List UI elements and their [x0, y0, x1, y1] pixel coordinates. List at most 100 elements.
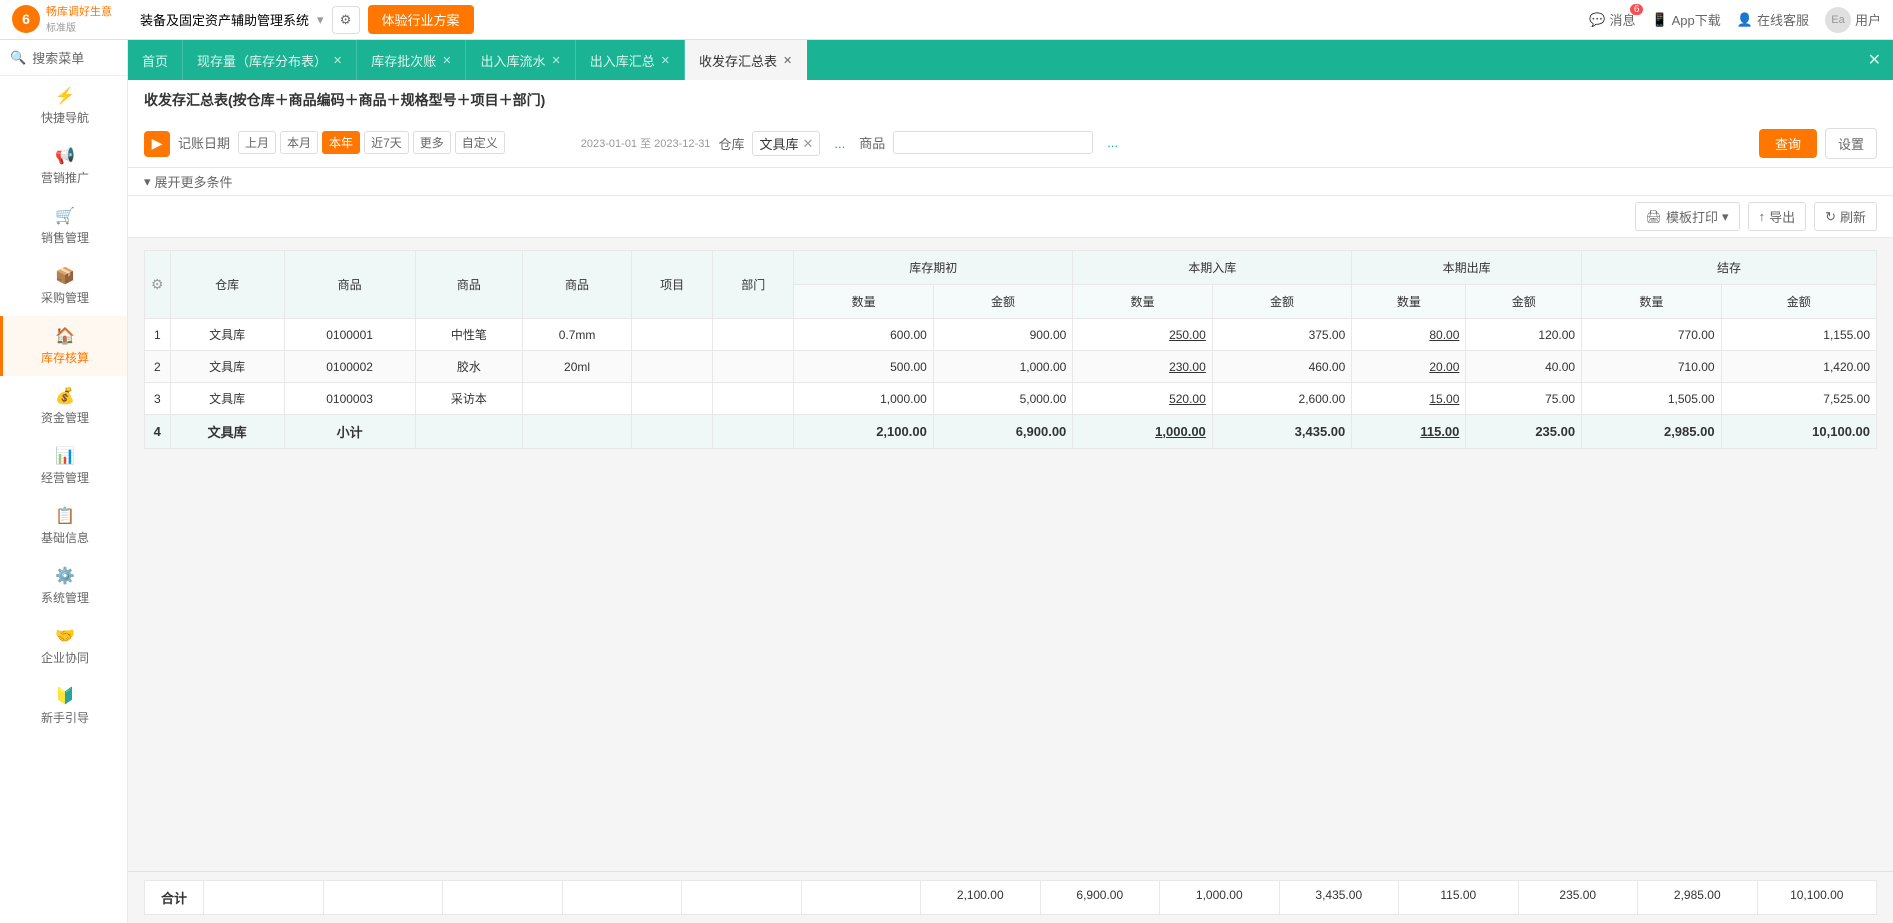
tab-home-label: 首页 — [142, 51, 168, 70]
warehouse-tag-remove[interactable]: ✕ — [802, 136, 813, 152]
warehouse-more-button[interactable]: ... — [828, 134, 851, 153]
message-button[interactable]: 💬 消息 6 — [1589, 10, 1635, 29]
sidebar-item-marketing[interactable]: 📢 营销推广 — [0, 136, 127, 196]
sidebar-item-operations[interactable]: 📊 经营管理 — [0, 436, 127, 496]
expand-filter-button[interactable]: ▶ — [144, 131, 170, 157]
table-row: 1 文具库 0100001 中性笔 0.7mm 600.00 900.00 25… — [145, 319, 1877, 351]
date-custom[interactable]: 自定义 — [455, 131, 505, 154]
sidebar-item-quick-nav[interactable]: ⚡ 快捷导航 — [0, 76, 127, 136]
header-right: 💬 消息 6 📱 App下载 👤 在线客服 Ea 用户 — [1589, 7, 1881, 33]
cell-out-qty[interactable]: 15.00 — [1352, 383, 1466, 415]
tab-stock-dist-close[interactable]: ✕ — [333, 54, 342, 67]
quick-nav-icon: ⚡ — [55, 86, 75, 106]
cell-dept — [713, 319, 794, 351]
warehouse-tag: 文具库 ✕ — [752, 131, 820, 156]
cell-out-qty[interactable]: 20.00 — [1352, 351, 1466, 383]
footer-empty-3 — [443, 881, 563, 914]
sidebar-item-inventory[interactable]: 🏠 库存核算 — [0, 316, 127, 376]
logo-text: 畅库调好生意 — [46, 5, 112, 19]
cell-code: 0100003 — [284, 383, 415, 415]
expand-more-button[interactable]: ▾ 展开更多条件 — [144, 172, 233, 191]
cell-bal-amt: 7,525.00 — [1721, 383, 1876, 415]
print-button[interactable]: 🖨 模板打印 ▾ — [1635, 202, 1740, 231]
tab-batch-close[interactable]: ✕ — [442, 54, 451, 67]
export-button[interactable]: ↑ 导出 — [1748, 202, 1807, 231]
product-more-button[interactable]: ... — [1101, 133, 1124, 152]
tab-recv-send-close[interactable]: ✕ — [783, 54, 792, 67]
tab-flow[interactable]: 出入库流水 ✕ — [466, 40, 575, 80]
th-project: 项目 — [632, 251, 713, 319]
logo-icon: 6 — [12, 5, 40, 33]
cell-in-qty[interactable]: 520.00 — [1073, 383, 1212, 415]
cell-in-qty[interactable]: 230.00 — [1073, 351, 1212, 383]
tab-recv-send[interactable]: 收发存汇总表 ✕ — [685, 40, 807, 80]
tab-bar: 首页 现存量（库存分布表） ✕ 库存批次账 ✕ 出入库流水 ✕ 出入库汇总 ✕ … — [128, 40, 1893, 80]
subtotal-warehouse: 文具库 — [170, 415, 284, 449]
cell-in-qty[interactable]: 250.00 — [1073, 319, 1212, 351]
table-subtotal-row: 4 文具库 小计 2,100.00 6,900.00 1,000.00 3,43… — [145, 415, 1877, 449]
date-7days[interactable]: 近7天 — [364, 131, 409, 154]
cell-open-amt: 1,000.00 — [933, 351, 1072, 383]
table-settings-icon[interactable]: ⚙ — [151, 276, 164, 292]
sidebar-search[interactable]: 🔍 搜索菜单 — [0, 40, 127, 76]
tab-batch-label: 库存批次账 — [371, 51, 436, 70]
sidebar-item-enterprise[interactable]: 🤝 企业协同 — [0, 616, 127, 676]
user-button[interactable]: Ea 用户 — [1825, 7, 1881, 33]
tab-batch[interactable]: 库存批次账 ✕ — [357, 40, 466, 80]
th-bal-amt: 金额 — [1721, 285, 1876, 319]
refresh-button[interactable]: ↻ 刷新 — [1814, 202, 1877, 231]
sidebar-item-label: 基础信息 — [41, 529, 89, 546]
subtotal-empty4 — [713, 415, 794, 449]
date-shortcuts: 上月 本月 本年 近7天 更多 自定义 — [238, 131, 505, 154]
cell-no: 1 — [145, 319, 171, 351]
th-settings[interactable]: ⚙ — [145, 251, 171, 319]
basic-icon: 📋 — [55, 506, 75, 526]
gear-button[interactable]: ⚙ — [332, 6, 360, 34]
product-filter-input[interactable] — [893, 131, 1093, 154]
sidebar-item-system[interactable]: ⚙️ 系统管理 — [0, 556, 127, 616]
sidebar-item-guide[interactable]: 🔰 新手引导 — [0, 676, 127, 736]
date-more[interactable]: 更多 — [413, 131, 451, 154]
cell-out-qty[interactable]: 80.00 — [1352, 319, 1466, 351]
marketing-icon: 📢 — [55, 146, 75, 166]
tab-stock-dist[interactable]: 现存量（库存分布表） ✕ — [183, 40, 357, 80]
refresh-label: 刷新 — [1840, 207, 1866, 226]
cell-name: 中性笔 — [415, 319, 522, 351]
subtotal-in-qty[interactable]: 1,000.00 — [1073, 415, 1212, 449]
settings-button[interactable]: 设置 — [1825, 128, 1877, 159]
tab-summary[interactable]: 出入库汇总 ✕ — [576, 40, 685, 80]
sidebar-item-basic[interactable]: 📋 基础信息 — [0, 496, 127, 556]
refresh-icon: ↻ — [1825, 209, 1836, 225]
tab-home[interactable]: 首页 — [128, 40, 183, 80]
sidebar-item-sales[interactable]: 🛒 销售管理 — [0, 196, 127, 256]
data-table: ⚙ 仓库 商品 商品 商品 项目 部门 库存期初 本期入库 本期出库 结存 — [144, 250, 1877, 449]
trial-button[interactable]: 体验行业方案 — [368, 5, 474, 34]
tab-bar-close-button[interactable]: ✕ — [1856, 50, 1893, 70]
subtotal-out-qty[interactable]: 115.00 — [1352, 415, 1466, 449]
date-last-month[interactable]: 上月 — [238, 131, 276, 154]
search-icon: 🔍 — [10, 50, 26, 66]
tab-flow-close[interactable]: ✕ — [552, 54, 561, 67]
sidebar-item-purchase[interactable]: 📦 采购管理 — [0, 256, 127, 316]
date-this-month[interactable]: 本月 — [280, 131, 318, 154]
cell-in-amt: 460.00 — [1212, 351, 1351, 383]
print-dropdown-icon: ▾ — [1722, 209, 1729, 225]
footer-bal-amt: 10,100.00 — [1758, 881, 1877, 914]
cell-out-amt: 120.00 — [1466, 319, 1582, 351]
subtotal-out-amt: 235.00 — [1466, 415, 1582, 449]
page-toolbar2: 🖨 模板打印 ▾ ↑ 导出 ↻ 刷新 — [128, 196, 1893, 238]
system-dropdown-icon[interactable]: ▾ — [317, 12, 324, 28]
top-header: 6 畅库调好生意 标准版 装备及固定资产辅助管理系统 ▾ ⚙ 体验行业方案 💬 … — [0, 0, 1893, 40]
cell-project — [632, 319, 713, 351]
cell-open-amt: 900.00 — [933, 319, 1072, 351]
app-download-button[interactable]: 📱 App下载 — [1651, 10, 1720, 29]
cell-open-qty: 500.00 — [794, 351, 933, 383]
tab-summary-close[interactable]: ✕ — [661, 54, 670, 67]
date-this-year[interactable]: 本年 — [322, 131, 360, 154]
footer-empty-1 — [204, 881, 324, 914]
query-button[interactable]: 查询 — [1759, 129, 1817, 158]
sidebar-item-finance[interactable]: 💰 资金管理 — [0, 376, 127, 436]
footer-bal-qty: 2,985.00 — [1638, 881, 1758, 914]
online-service-button[interactable]: 👤 在线客服 — [1737, 10, 1809, 29]
filter-section: 记账日期 上月 本月 本年 近7天 更多 自定义 2023-01-01 至 20… — [178, 131, 1751, 156]
